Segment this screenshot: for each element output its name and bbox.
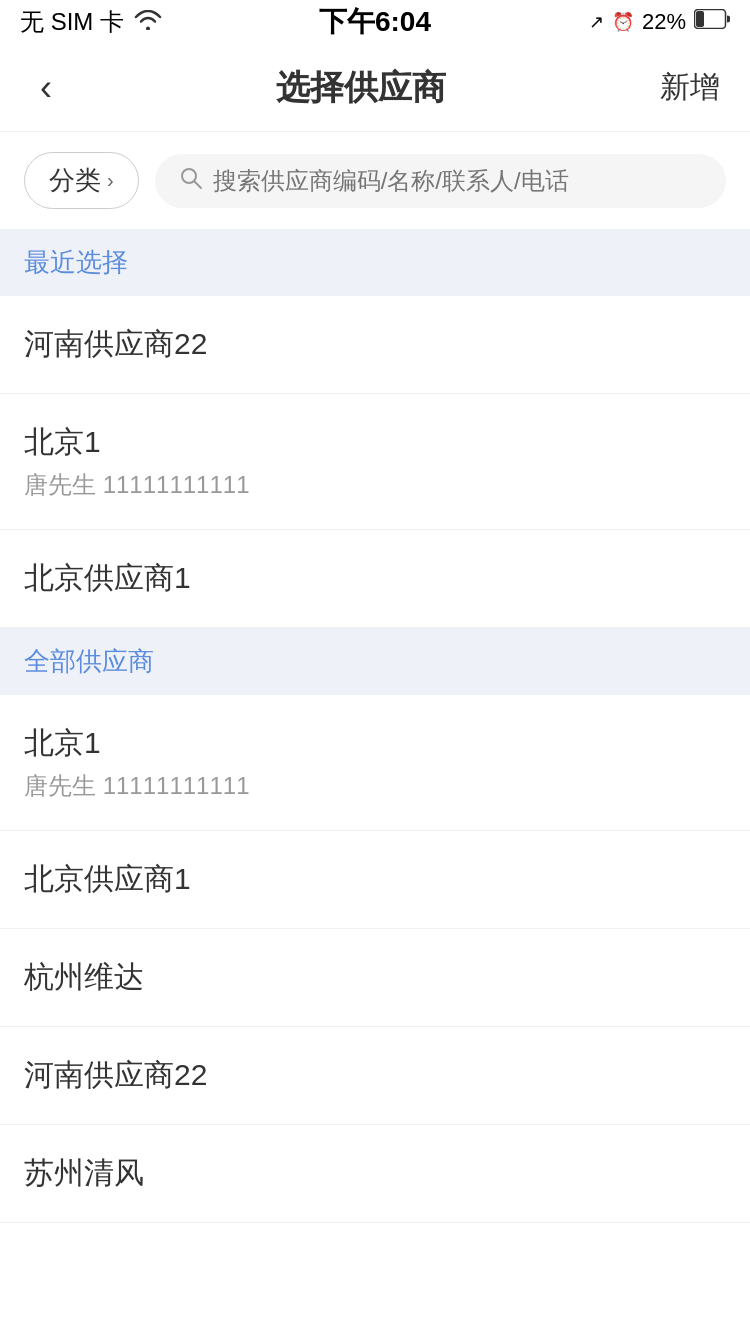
item-name: 北京1 xyxy=(24,422,726,463)
status-left: 无 SIM 卡 xyxy=(20,6,162,38)
status-right: ↗ ⏰ 22% xyxy=(589,9,730,35)
location-icon: ↗ xyxy=(589,11,604,33)
list-item[interactable]: 河南供应商22 xyxy=(0,296,750,394)
item-detail: 唐先生 11111111111 xyxy=(24,469,726,501)
item-name: 北京供应商1 xyxy=(24,558,726,599)
item-name: 杭州维达 xyxy=(24,957,726,998)
item-name: 河南供应商22 xyxy=(24,324,726,365)
all-section-header: 全部供应商 xyxy=(0,628,750,695)
battery-icon xyxy=(694,9,730,35)
status-bar: 无 SIM 卡 下午6:04 ↗ ⏰ 22% xyxy=(0,0,750,44)
item-detail: 唐先生 11111111111 xyxy=(24,770,726,802)
search-icon xyxy=(179,166,203,196)
list-item[interactable]: 北京供应商1 xyxy=(0,831,750,929)
search-box xyxy=(155,154,726,208)
nav-bar: ‹ 选择供应商 新增 xyxy=(0,44,750,132)
list-item[interactable]: 北京供应商1 xyxy=(0,530,750,628)
wifi-icon xyxy=(134,8,162,36)
add-button[interactable]: 新增 xyxy=(660,67,720,108)
category-label: 分类 xyxy=(49,163,101,198)
item-name: 河南供应商22 xyxy=(24,1055,726,1096)
list-item[interactable]: 北京1 唐先生 11111111111 xyxy=(0,695,750,831)
status-time: 下午6:04 xyxy=(319,3,431,41)
chevron-right-icon: › xyxy=(107,169,114,192)
category-button[interactable]: 分类 › xyxy=(24,152,139,209)
all-section-label: 全部供应商 xyxy=(24,646,154,676)
all-list: 北京1 唐先生 11111111111 北京供应商1 杭州维达河南供应商22 苏州清风 xyxy=(0,695,750,1223)
svg-rect-1 xyxy=(696,11,704,27)
recent-section-label: 最近选择 xyxy=(24,247,128,277)
search-input[interactable] xyxy=(213,167,702,195)
item-name: 北京1 xyxy=(24,723,726,764)
battery-text: 22% xyxy=(642,9,686,35)
list-item[interactable]: 北京1 唐先生 11111111111 xyxy=(0,394,750,530)
svg-line-3 xyxy=(194,181,201,188)
list-item[interactable]: 杭州维达 xyxy=(0,929,750,1027)
recent-section-header: 最近选择 xyxy=(0,229,750,296)
back-button[interactable]: ‹ xyxy=(30,57,62,119)
list-item[interactable]: 河南供应商22 xyxy=(0,1027,750,1125)
page-title: 选择供应商 xyxy=(276,65,446,111)
recent-list: 河南供应商22 北京1 唐先生 11111111111 北京供应商1 xyxy=(0,296,750,628)
no-sim-text: 无 SIM 卡 xyxy=(20,6,124,38)
list-item[interactable]: 苏州清风 xyxy=(0,1125,750,1223)
item-name: 北京供应商1 xyxy=(24,859,726,900)
alarm-icon: ⏰ xyxy=(612,11,634,33)
item-name: 苏州清风 xyxy=(24,1153,726,1194)
filter-bar: 分类 › xyxy=(0,132,750,229)
